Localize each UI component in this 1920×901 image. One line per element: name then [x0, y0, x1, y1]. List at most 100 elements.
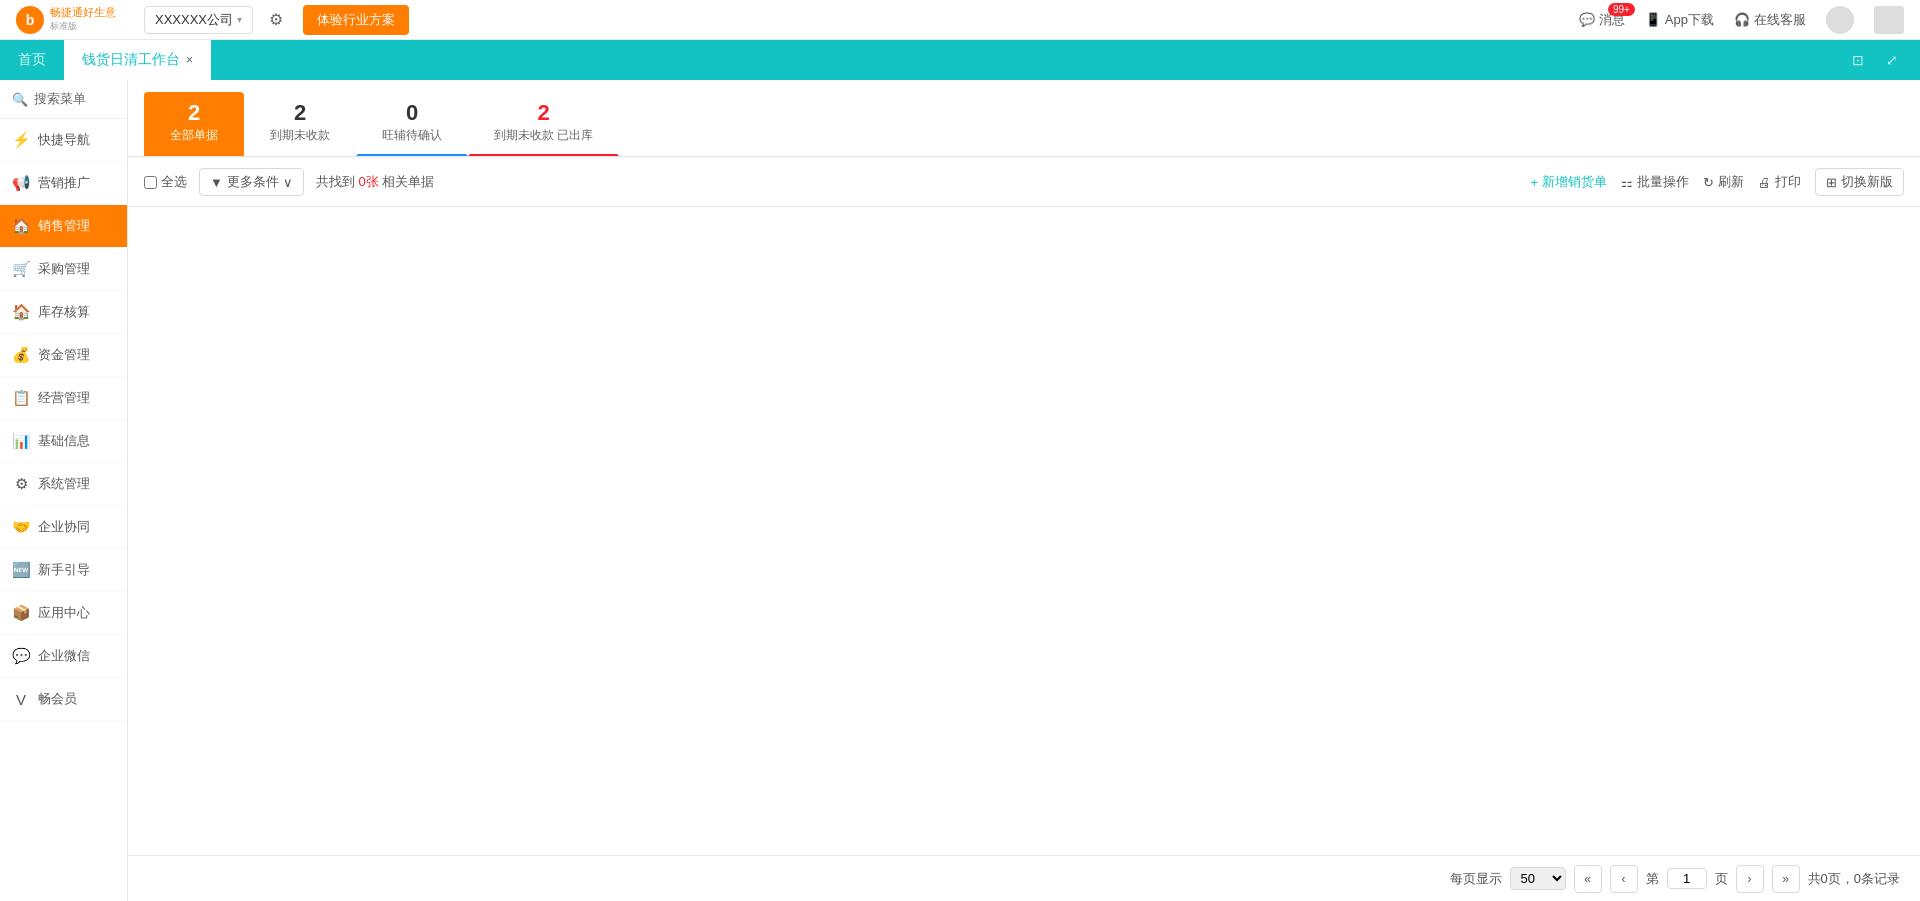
app-center-label: 应用中心 [38, 604, 90, 622]
sidebar-item-enterprise[interactable]: 🤝 企业协同 [0, 506, 127, 549]
online-service-label: 在线客服 [1754, 11, 1806, 29]
first-page-button[interactable]: « [1574, 865, 1602, 893]
enterprise-label: 企业协同 [38, 518, 90, 536]
service-icon: 🎧 [1734, 12, 1750, 27]
stats-tabs: 2 全部单据 2 到期未收款 0 旺辅待确认 2 到期未收款 已出库 [128, 80, 1920, 157]
content-area: 2 全部单据 2 到期未收款 0 旺辅待确认 2 到期未收款 已出库 全选 [128, 80, 1920, 901]
finance-label: 资金管理 [38, 346, 90, 364]
stat-num-wangdian: 0 [406, 102, 418, 124]
company-selector[interactable]: XXXXXX公司 ▾ [144, 6, 253, 34]
new-guide-label: 新手引导 [38, 561, 90, 579]
member-icon: V [12, 690, 30, 708]
page-label2: 页 [1715, 870, 1728, 888]
inventory-icon: 🏠 [12, 303, 30, 321]
stat-tab-overdue[interactable]: 2 到期未收款 [244, 92, 356, 156]
sidebar-item-base-info[interactable]: 📊 基础信息 [0, 420, 127, 463]
print-button[interactable]: 🖨 打印 [1758, 173, 1801, 191]
search-label: 搜索菜单 [34, 90, 86, 108]
filter-chevron-icon: ∨ [283, 175, 293, 190]
purchase-icon: 🛒 [12, 260, 30, 278]
user-name-area[interactable] [1874, 6, 1904, 34]
sidebar-item-system[interactable]: ⚙ 系统管理 [0, 463, 127, 506]
sidebar-item-app-center[interactable]: 📦 应用中心 [0, 592, 127, 635]
sidebar-item-new-guide[interactable]: 🆕 新手引导 [0, 549, 127, 592]
page-label: 第 [1646, 870, 1659, 888]
stat-label-shipped: 到期未收款 已出库 [494, 127, 593, 144]
sidebar-item-operations[interactable]: 📋 经营管理 [0, 377, 127, 420]
settings-button[interactable]: ⚙ [261, 5, 291, 35]
app-download-button[interactable]: 📱 App下载 [1645, 11, 1714, 29]
sidebar-item-inventory[interactable]: 🏠 库存核算 [0, 291, 127, 334]
system-icon: ⚙ [12, 475, 30, 493]
page-size-select[interactable]: 50 10 20 100 [1510, 867, 1566, 890]
tab-qinghe[interactable]: 钱货日清工作台 × [64, 40, 211, 80]
purchase-label: 采购管理 [38, 260, 90, 278]
operations-label: 经营管理 [38, 389, 90, 407]
sidebar-item-member[interactable]: V 畅会员 [0, 678, 127, 721]
stat-num-all: 2 [188, 102, 200, 124]
sidebar-item-quick-nav[interactable]: ⚡ 快捷导航 [0, 119, 127, 162]
sidebar-item-sales[interactable]: 🏠 销售管理 [0, 205, 127, 248]
filter-button[interactable]: ▼ 更多条件 ∨ [199, 168, 304, 196]
refresh-label: 刷新 [1718, 173, 1744, 191]
close-tab-icon[interactable]: × [186, 53, 193, 67]
minimize-button[interactable]: ⊡ [1846, 48, 1870, 72]
next-page-button[interactable]: › [1736, 865, 1764, 893]
stat-tab-all[interactable]: 2 全部单据 [144, 92, 244, 156]
print-label: 打印 [1775, 173, 1801, 191]
main-layout: 🔍 搜索菜单 ⚡ 快捷导航 📢 营销推广 🏠 销售管理 🛒 采购管理 🏠 库存核… [0, 80, 1920, 901]
nav-tabs: 首页 钱货日清工作台 × ⊡ ⤢ [0, 40, 1920, 80]
app-download-label: App下载 [1665, 11, 1714, 29]
page-size-label: 每页显示 [1450, 870, 1502, 888]
sidebar-item-finance[interactable]: 💰 资金管理 [0, 334, 127, 377]
toolbar-right: + 新增销货单 ⚏ 批量操作 ↻ 刷新 🖨 打印 ⊞ 切换新版 [1530, 168, 1904, 196]
add-sales-order-button[interactable]: + 新增销货单 [1530, 173, 1607, 191]
page-input[interactable] [1667, 868, 1707, 889]
chevron-down-icon: ▾ [237, 14, 242, 25]
system-label: 系统管理 [38, 475, 90, 493]
message-icon: 💬 [1579, 12, 1595, 27]
trial-button[interactable]: 体验行业方案 [303, 5, 409, 35]
prev-page-button[interactable]: ‹ [1610, 865, 1638, 893]
sidebar-search[interactable]: 🔍 搜索菜单 [0, 80, 127, 119]
switch-version-button[interactable]: ⊞ 切换新版 [1815, 168, 1904, 196]
count-text: 共找到 0张 相关单据 [316, 173, 434, 191]
quick-nav-icon: ⚡ [12, 131, 30, 149]
new-guide-icon: 🆕 [12, 561, 30, 579]
inventory-label: 库存核算 [38, 303, 90, 321]
logo-area: b 畅捷通好生意 标准版 [16, 6, 144, 34]
sidebar-item-marketing[interactable]: 📢 营销推广 [0, 162, 127, 205]
company-name: XXXXXX公司 [155, 11, 233, 29]
message-button[interactable]: 💬 消息 99+ [1579, 11, 1625, 29]
switch-label: 切换新版 [1841, 173, 1893, 191]
add-icon: + [1530, 175, 1538, 190]
sidebar-item-purchase[interactable]: 🛒 采购管理 [0, 248, 127, 291]
wechat-label: 企业微信 [38, 647, 90, 665]
wechat-icon: 💬 [12, 647, 30, 665]
stat-label-overdue: 到期未收款 [270, 127, 330, 144]
maximize-button[interactable]: ⤢ [1880, 48, 1904, 72]
batch-operation-button[interactable]: ⚏ 批量操作 [1621, 173, 1689, 191]
tab-home[interactable]: 首页 [0, 40, 64, 80]
logo-icon: b [16, 6, 44, 34]
refresh-icon: ↻ [1703, 175, 1714, 190]
gear-icon: ⚙ [269, 10, 283, 29]
online-service-button[interactable]: 🎧 在线客服 [1734, 11, 1806, 29]
last-page-button[interactable]: » [1772, 865, 1800, 893]
count-num: 0张 [359, 174, 379, 189]
nav-tab-actions: ⊡ ⤢ [1830, 48, 1920, 72]
stat-tab-wangdian[interactable]: 0 旺辅待确认 [356, 92, 468, 156]
active-tab-label: 钱货日清工作台 [82, 51, 180, 69]
marketing-icon: 📢 [12, 174, 30, 192]
select-all-input[interactable] [144, 176, 157, 189]
stat-label-all: 全部单据 [170, 127, 218, 144]
refresh-button[interactable]: ↻ 刷新 [1703, 173, 1744, 191]
sidebar-item-wechat[interactable]: 💬 企业微信 [0, 635, 127, 678]
stat-tab-shipped[interactable]: 2 到期未收款 已出库 [468, 92, 619, 156]
quick-nav-label: 快捷导航 [38, 131, 90, 149]
logo-badge: 标准版 [50, 20, 116, 33]
select-all-checkbox[interactable]: 全选 [144, 173, 187, 191]
app-center-icon: 📦 [12, 604, 30, 622]
base-info-icon: 📊 [12, 432, 30, 450]
avatar[interactable] [1826, 6, 1854, 34]
